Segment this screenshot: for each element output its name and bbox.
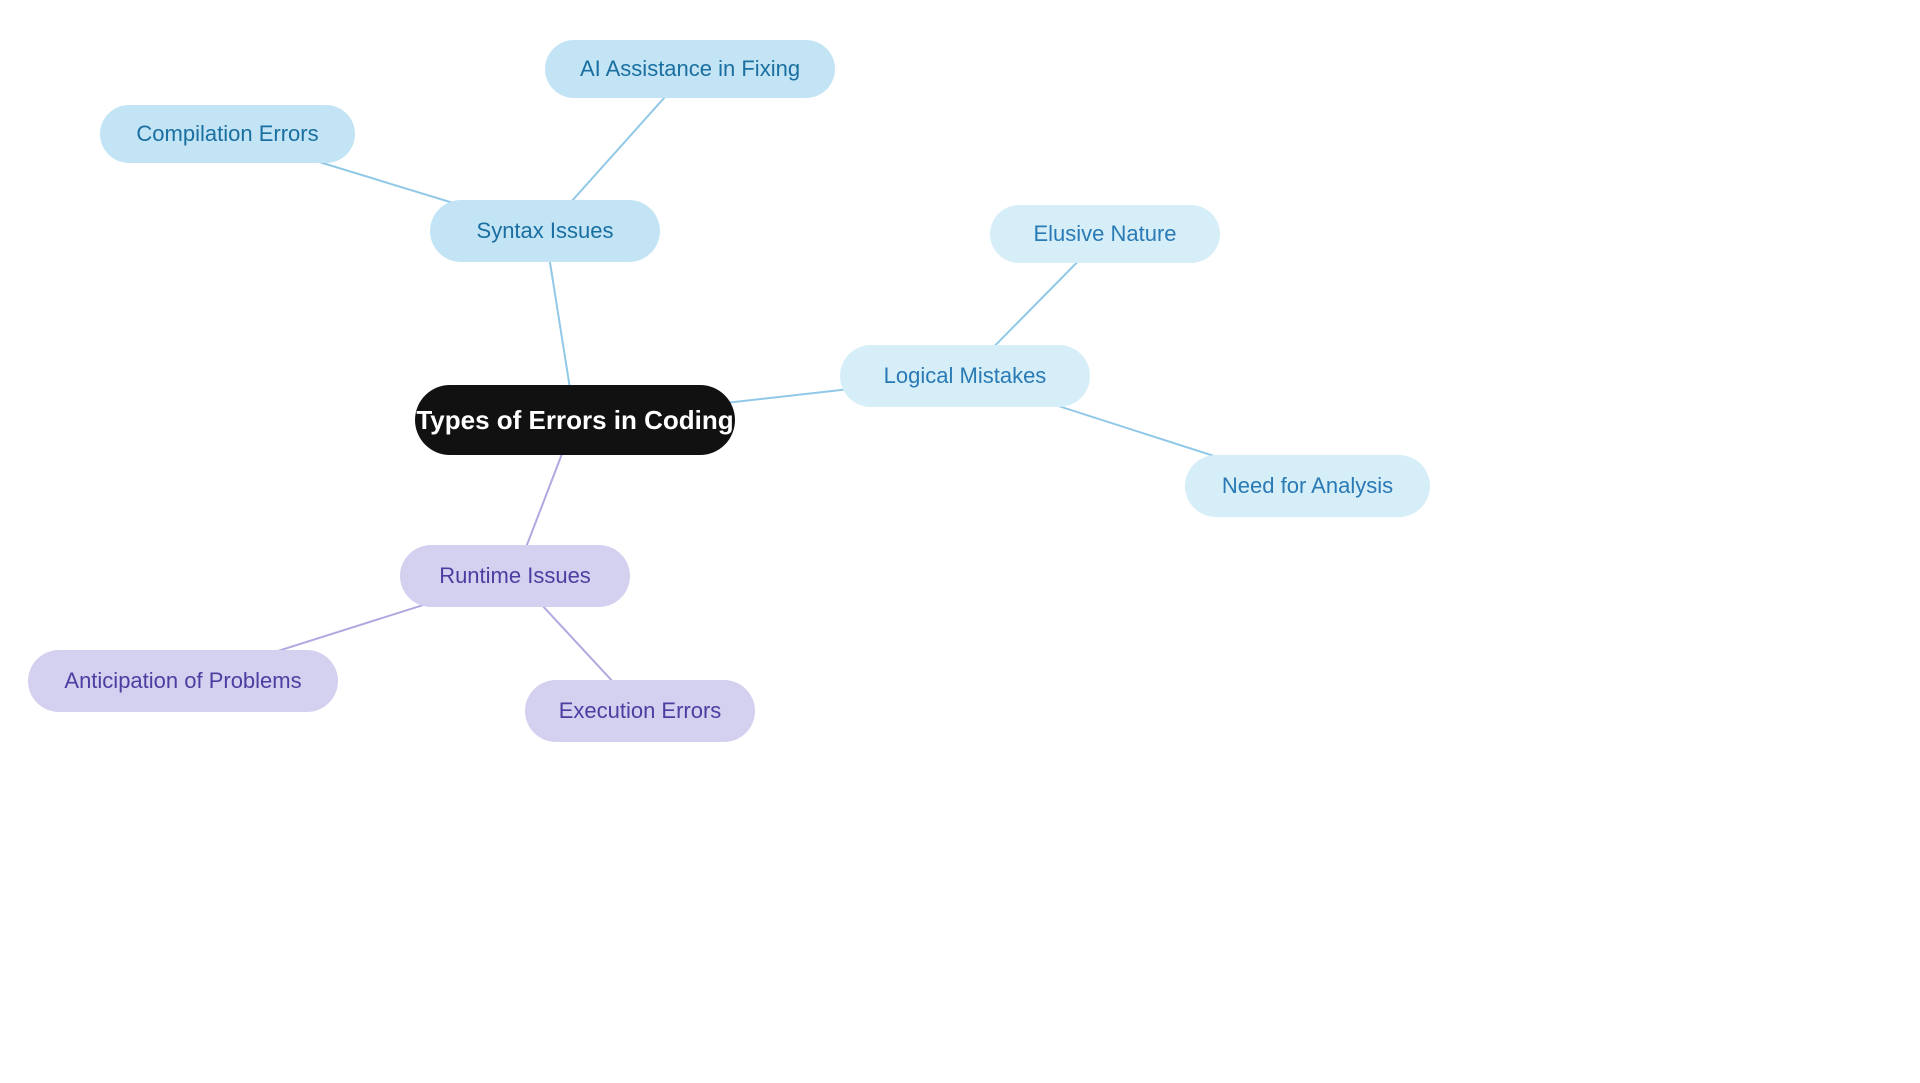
ai-assistance-node: AI Assistance in Fixing [545, 40, 835, 98]
compilation-errors-label: Compilation Errors [136, 121, 318, 147]
center-node: Types of Errors in Coding [415, 385, 735, 455]
anticipation-node: Anticipation of Problems [28, 650, 338, 712]
runtime-issues-label: Runtime Issues [439, 563, 591, 589]
center-label: Types of Errors in Coding [416, 405, 733, 436]
ai-assistance-label: AI Assistance in Fixing [580, 56, 800, 82]
execution-errors-node: Execution Errors [525, 680, 755, 742]
execution-errors-label: Execution Errors [559, 698, 722, 724]
need-for-analysis-label: Need for Analysis [1222, 473, 1393, 499]
anticipation-label: Anticipation of Problems [64, 668, 301, 694]
compilation-errors-node: Compilation Errors [100, 105, 355, 163]
syntax-issues-label: Syntax Issues [477, 218, 614, 244]
logical-mistakes-label: Logical Mistakes [884, 363, 1047, 389]
elusive-nature-label: Elusive Nature [1033, 221, 1176, 247]
syntax-issues-node: Syntax Issues [430, 200, 660, 262]
logical-mistakes-node: Logical Mistakes [840, 345, 1090, 407]
elusive-nature-node: Elusive Nature [990, 205, 1220, 263]
runtime-issues-node: Runtime Issues [400, 545, 630, 607]
need-for-analysis-node: Need for Analysis [1185, 455, 1430, 517]
